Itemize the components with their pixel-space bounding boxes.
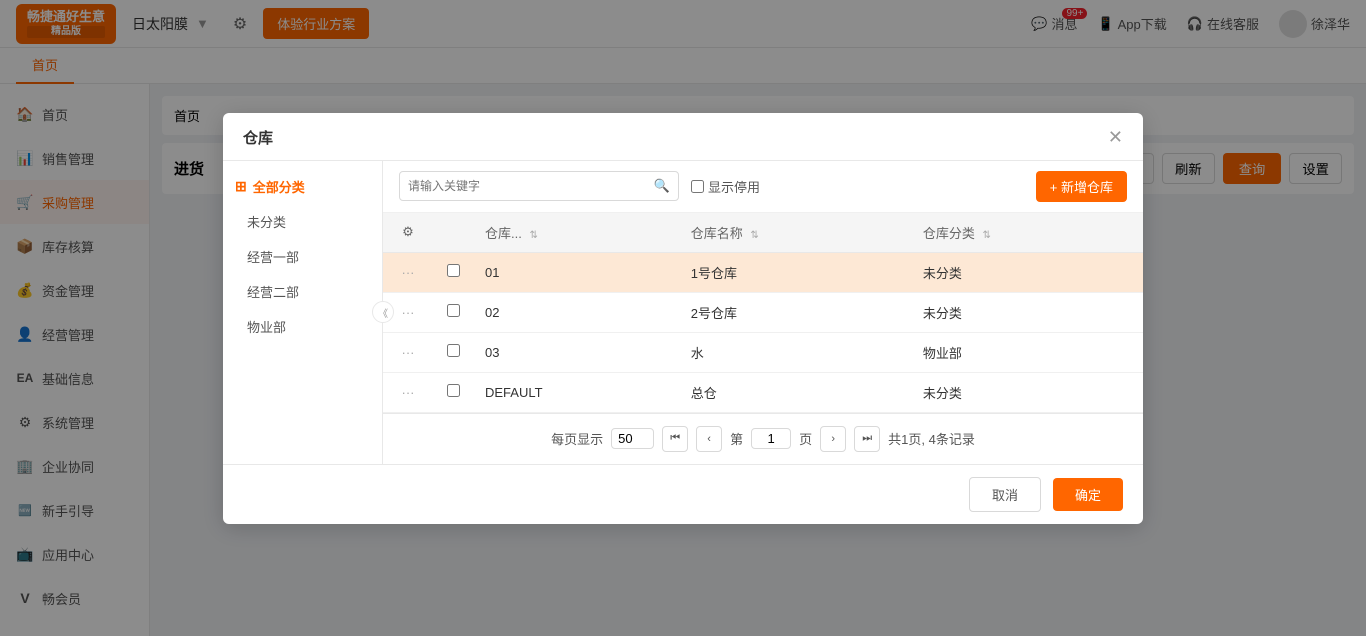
show-disabled-input[interactable]	[691, 180, 704, 193]
row-check-2[interactable]	[433, 292, 473, 332]
pagination: 每页显示 50 ⏮ ‹ 第 页 › ⏭ 共1页, 4条记录	[383, 413, 1143, 464]
more-actions-1[interactable]: ···	[402, 265, 415, 280]
total-info: 共1页, 4条记录	[888, 429, 975, 448]
modal-title: 仓库	[243, 127, 273, 148]
prev-page-button[interactable]: ‹	[696, 426, 722, 452]
search-input[interactable]	[408, 179, 648, 193]
row-settings-3: ···	[383, 332, 433, 372]
warehouse-modal: 仓库 ✕ ⊞ 全部分类 未分类 经营一部 经营二部 物业部 《	[223, 113, 1143, 524]
row-checkbox-3[interactable]	[447, 344, 460, 357]
col-name: 仓库名称 ⇅	[679, 213, 911, 253]
row-category-4: 未分类	[911, 372, 1143, 412]
show-disabled-label: 显示停用	[708, 177, 760, 196]
row-name-4: 总仓	[679, 372, 911, 412]
row-name-3: 水	[679, 332, 911, 372]
modal-header: 仓库 ✕	[223, 113, 1143, 161]
last-page-button[interactable]: ⏭	[854, 426, 880, 452]
modal-right: 🔍 显示停用 + 新增仓库 ⚙	[383, 161, 1143, 464]
grid-icon: ⊞	[235, 178, 247, 195]
category-panel-toggle[interactable]: 《	[372, 301, 394, 323]
more-actions-4[interactable]: ···	[402, 385, 415, 400]
row-code-4: DEFAULT	[473, 372, 679, 412]
col-code: 仓库... ⇅	[473, 213, 679, 253]
modal-body: ⊞ 全部分类 未分类 经营一部 经营二部 物业部 《 🔍	[223, 161, 1143, 464]
first-page-button[interactable]: ⏮	[662, 426, 688, 452]
row-checkbox-4[interactable]	[447, 384, 460, 397]
category-item-property[interactable]: 物业部	[223, 309, 382, 344]
category-item-dept2[interactable]: 经营二部	[223, 274, 382, 309]
row-name-2: 2号仓库	[679, 292, 911, 332]
sort-icon-category[interactable]: ⇅	[982, 230, 990, 241]
row-check-1[interactable]	[433, 252, 473, 292]
modal-table: ⚙ 仓库... ⇅ 仓库名称 ⇅	[383, 213, 1143, 413]
page-suffix: 页	[799, 429, 812, 448]
row-code-1: 01	[473, 252, 679, 292]
row-category-1: 未分类	[911, 252, 1143, 292]
more-actions-2[interactable]: ···	[402, 305, 415, 320]
row-category-3: 物业部	[911, 332, 1143, 372]
modal-overlay: 仓库 ✕ ⊞ 全部分类 未分类 经营一部 经营二部 物业部 《	[0, 0, 1366, 636]
row-name-1: 1号仓库	[679, 252, 911, 292]
search-icon: 🔍	[654, 178, 670, 194]
category-panel: ⊞ 全部分类 未分类 经营一部 经营二部 物业部 《	[223, 161, 383, 464]
row-settings-4: ···	[383, 372, 433, 412]
show-disabled-checkbox[interactable]: 显示停用	[691, 177, 760, 196]
col-settings: ⚙	[383, 213, 433, 253]
modal-toolbar: 🔍 显示停用 + 新增仓库	[383, 161, 1143, 213]
col-name-label: 仓库名称	[691, 226, 743, 241]
row-check-4[interactable]	[433, 372, 473, 412]
row-check-3[interactable]	[433, 332, 473, 372]
col-code-label: 仓库...	[485, 226, 522, 241]
row-checkbox-1[interactable]	[447, 264, 460, 277]
table-row[interactable]: ··· 02 2号仓库 未分类	[383, 292, 1143, 332]
sort-icon-code[interactable]: ⇅	[529, 230, 537, 241]
next-page-button[interactable]: ›	[820, 426, 846, 452]
table-row[interactable]: ··· 03 水 物业部	[383, 332, 1143, 372]
modal-close-button[interactable]: ✕	[1108, 128, 1123, 146]
table-row[interactable]: ··· 01 1号仓库 未分类	[383, 252, 1143, 292]
sort-icon-name[interactable]: ⇅	[750, 230, 758, 241]
per-page-select[interactable]: 50	[611, 428, 654, 449]
search-box: 🔍	[399, 171, 679, 201]
row-code-3: 03	[473, 332, 679, 372]
modal-footer: 取消 确定	[223, 464, 1143, 524]
page-label: 第	[730, 429, 743, 448]
row-checkbox-2[interactable]	[447, 304, 460, 317]
category-item-unclassified[interactable]: 未分类	[223, 204, 382, 239]
warehouse-table: ⚙ 仓库... ⇅ 仓库名称 ⇅	[383, 213, 1143, 413]
confirm-button[interactable]: 确定	[1053, 478, 1123, 511]
table-header-row: ⚙ 仓库... ⇅ 仓库名称 ⇅	[383, 213, 1143, 253]
page-input[interactable]	[751, 428, 791, 449]
table-row[interactable]: ··· DEFAULT 总仓 未分类	[383, 372, 1143, 412]
row-category-2: 未分类	[911, 292, 1143, 332]
more-actions-3[interactable]: ···	[402, 345, 415, 360]
row-settings-1: ···	[383, 252, 433, 292]
add-warehouse-button[interactable]: + 新增仓库	[1036, 171, 1127, 202]
cancel-button[interactable]: 取消	[969, 477, 1041, 512]
col-category-label: 仓库分类	[923, 226, 975, 241]
category-all[interactable]: ⊞ 全部分类	[223, 169, 382, 204]
category-all-label: 全部分类	[253, 177, 305, 196]
col-check	[433, 213, 473, 253]
row-code-2: 02	[473, 292, 679, 332]
per-page-label: 每页显示	[551, 429, 603, 448]
category-item-dept1[interactable]: 经营一部	[223, 239, 382, 274]
col-category: 仓库分类 ⇅	[911, 213, 1143, 253]
